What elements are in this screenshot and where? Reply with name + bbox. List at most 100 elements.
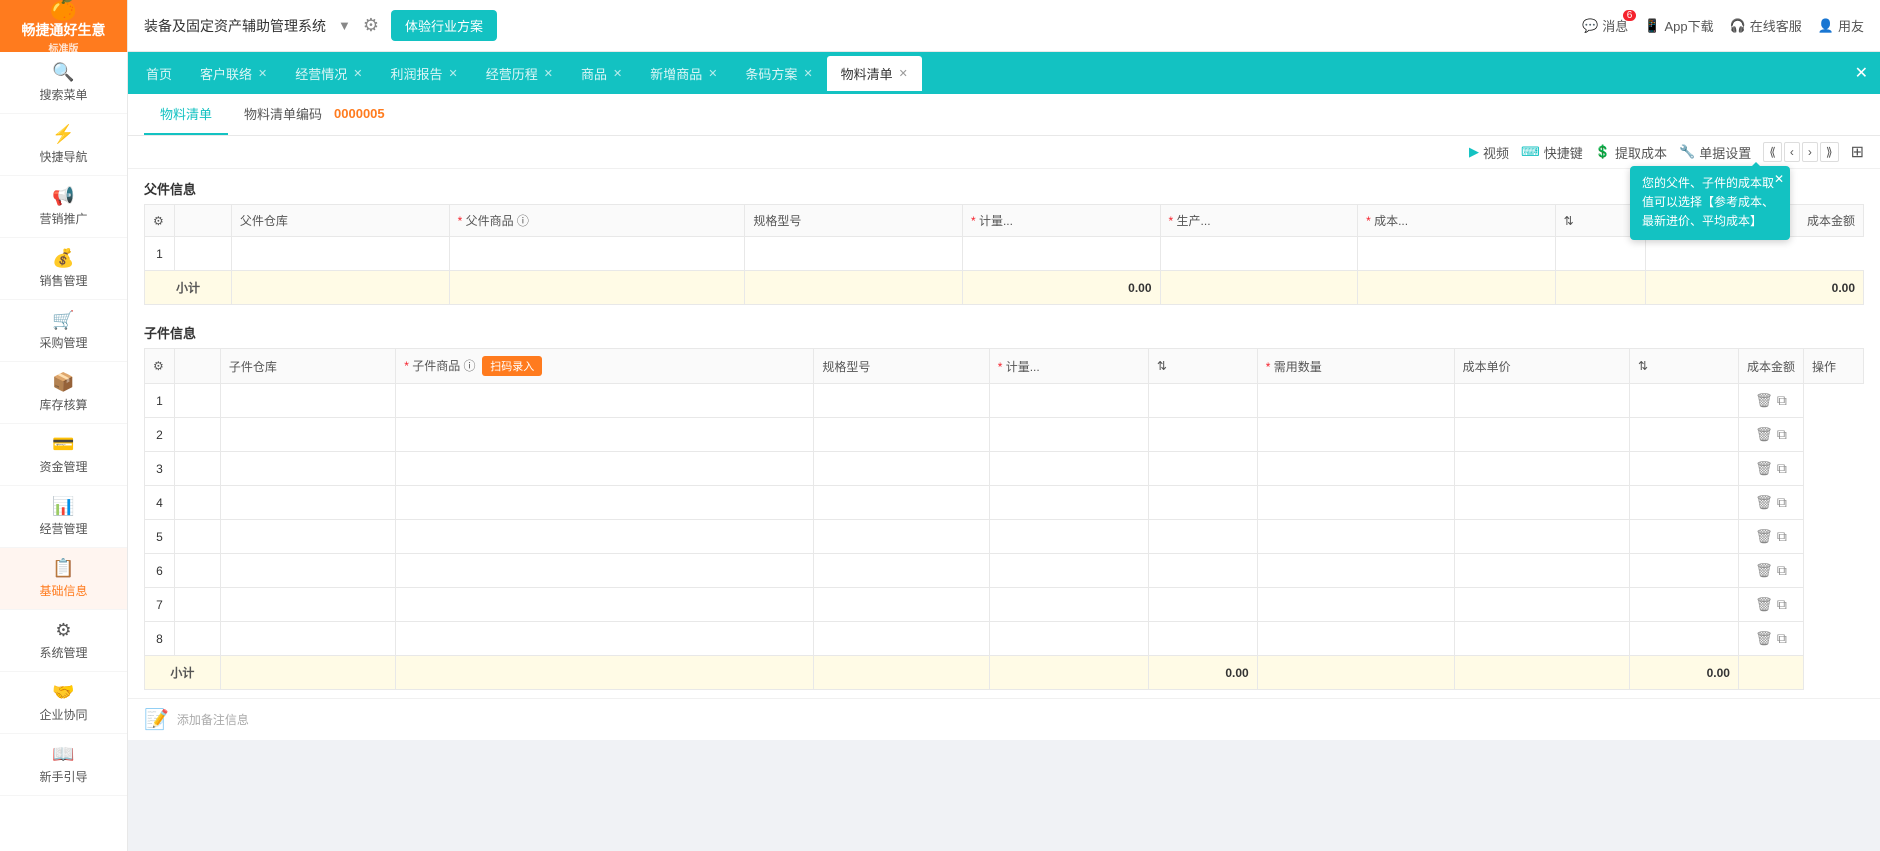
view-video-btn[interactable]: ▶ 视频 bbox=[1469, 143, 1509, 162]
delete-row4-btn[interactable]: 🗑 bbox=[1755, 494, 1773, 511]
tab-barcode-close[interactable]: ✕ bbox=[803, 67, 812, 80]
nav-next-btn[interactable]: › bbox=[1802, 142, 1818, 162]
parent-row1-prod[interactable] bbox=[962, 237, 1160, 271]
parent-col-settings[interactable]: ⚙ bbox=[145, 205, 175, 237]
tab-bom-close[interactable]: ✕ bbox=[899, 67, 908, 80]
tab-history[interactable]: 经营历程 ✕ bbox=[472, 56, 567, 91]
trial-btn[interactable]: 体验行业方案 bbox=[391, 10, 497, 41]
single-setting-btn[interactable]: 🔧 单据设置 bbox=[1679, 143, 1751, 162]
shortcut-btn[interactable]: ⌨ 快捷键 bbox=[1521, 143, 1583, 162]
copy-row7-btn[interactable]: ⧉ bbox=[1777, 596, 1787, 613]
child-row1-qty[interactable] bbox=[1148, 384, 1257, 418]
nav-tabs: 首页 客户联络 ✕ 经营情况 ✕ 利润报告 ✕ 经营历程 ✕ 商品 ✕ 新增商品… bbox=[128, 52, 1880, 94]
copy-row4-btn[interactable]: ⧉ bbox=[1777, 494, 1787, 511]
messages-badge: 6 bbox=[1623, 10, 1637, 21]
nav-first-btn[interactable]: ⟪ bbox=[1763, 142, 1782, 162]
tab-profit-close[interactable]: ✕ bbox=[449, 67, 458, 80]
tab-product-close[interactable]: ✕ bbox=[613, 67, 622, 80]
delete-row3-btn[interactable]: 🗑 bbox=[1755, 460, 1773, 477]
sub-tabs: 物料清单 物料清单编码 0000005 bbox=[128, 94, 1880, 136]
sidebar-item-basicinfo[interactable]: 📋 基础信息 bbox=[0, 548, 127, 610]
extract-cost-label: 提取成本 bbox=[1615, 143, 1667, 162]
sidebar-item-sysmanage[interactable]: ⚙ 系统管理 bbox=[0, 610, 127, 672]
tab-operations-label: 经营情况 bbox=[295, 64, 347, 83]
parent-row1-cost[interactable] bbox=[1160, 237, 1358, 271]
tab-customer[interactable]: 客户联络 ✕ bbox=[186, 56, 281, 91]
child-subtotal-row: 小计 0.00 0.00 bbox=[145, 656, 1864, 690]
tab-operations-close[interactable]: ✕ bbox=[353, 67, 362, 80]
child-row1-product[interactable] bbox=[220, 384, 395, 418]
child-row1-num: 1 bbox=[145, 384, 175, 418]
sub-tab-bom[interactable]: 物料清单 bbox=[144, 94, 228, 135]
copy-row3-btn[interactable]: ⧉ bbox=[1777, 460, 1787, 477]
child-col-sort[interactable]: ⇅ bbox=[1148, 349, 1257, 384]
cost-tooltip: ✕ 您的父件、子件的成本取值可以选择【参考成本、最新进价、平均成本】 bbox=[1630, 166, 1790, 240]
app-download-btn[interactable]: 📱 App下载 bbox=[1644, 16, 1713, 35]
nav-prev-btn[interactable]: ‹ bbox=[1784, 142, 1800, 162]
child-table: ⚙ 子件仓库 * 子件商品 ⓘ 扫码录入 规格型号 * 计量... ⇅ * 需用… bbox=[144, 348, 1864, 690]
delete-row8-btn[interactable]: 🗑 bbox=[1755, 630, 1773, 647]
nav-last-btn[interactable]: ⟫ bbox=[1820, 142, 1839, 162]
tab-product[interactable]: 商品 ✕ bbox=[567, 56, 636, 91]
child-row-1: 1 🗑 ⧉ bbox=[145, 384, 1864, 418]
delete-row2-btn[interactable]: 🗑 bbox=[1755, 426, 1773, 443]
child-subtotal-label: 小计 bbox=[145, 656, 221, 690]
copy-row6-btn[interactable]: ⧉ bbox=[1777, 562, 1787, 579]
close-all-tabs-btn[interactable]: ✕ bbox=[1847, 59, 1876, 87]
extract-cost-btn[interactable]: 💲 提取成本 bbox=[1595, 143, 1667, 162]
child-col-product: * 子件商品 ⓘ 扫码录入 bbox=[396, 349, 814, 384]
parent-row1-spec[interactable] bbox=[449, 237, 745, 271]
parent-row1-warehouse[interactable] bbox=[175, 237, 232, 271]
tooltip-close-btn[interactable]: ✕ bbox=[1774, 170, 1784, 189]
child-row1-spec[interactable] bbox=[396, 384, 814, 418]
grid-view-btn[interactable]: ⊞ bbox=[1851, 142, 1864, 162]
copy-row5-btn[interactable]: ⧉ bbox=[1777, 528, 1787, 545]
sidebar-item-purchase[interactable]: 🛒 采购管理 bbox=[0, 300, 127, 362]
inventory-icon: 📦 bbox=[52, 372, 74, 393]
tab-profit[interactable]: 利润报告 ✕ bbox=[376, 56, 471, 91]
delete-row7-btn[interactable]: 🗑 bbox=[1755, 596, 1773, 613]
tab-barcode[interactable]: 条码方案 ✕ bbox=[731, 56, 826, 91]
sidebar-item-search[interactable]: 🔍 搜索菜单 bbox=[0, 52, 127, 114]
sidebar-item-operations[interactable]: 📊 经营管理 bbox=[0, 486, 127, 548]
sub-tab-bom-label: 物料清单 bbox=[160, 107, 212, 122]
topbar: 装备及固定资产辅助管理系统 ▼ ⚙ 体验行业方案 💬 消息 6 📱 App下载 … bbox=[128, 0, 1880, 52]
dropdown-arrow-icon[interactable]: ▼ bbox=[338, 18, 351, 33]
sidebar-item-collab[interactable]: 🤝 企业协同 bbox=[0, 672, 127, 734]
delete-row5-btn[interactable]: 🗑 bbox=[1755, 528, 1773, 545]
sidebar-item-label: 基础信息 bbox=[39, 582, 87, 599]
sidebar-item-label: 系统管理 bbox=[39, 644, 87, 661]
tab-customer-close[interactable]: ✕ bbox=[258, 67, 267, 80]
delete-row6-btn[interactable]: 🗑 bbox=[1755, 562, 1773, 579]
tab-addproduct-close[interactable]: ✕ bbox=[708, 67, 717, 80]
parent-row1-product[interactable] bbox=[231, 237, 449, 271]
sidebar-item-inventory[interactable]: 📦 库存核算 bbox=[0, 362, 127, 424]
messages-btn[interactable]: 💬 消息 6 bbox=[1582, 16, 1628, 35]
sidebar-item-sales[interactable]: 💰 销售管理 bbox=[0, 238, 127, 300]
user-avatar-btn[interactable]: 👤 用友 bbox=[1818, 16, 1864, 35]
settings-gear-icon[interactable]: ⚙ bbox=[363, 15, 379, 36]
tab-operations[interactable]: 经营情况 ✕ bbox=[281, 56, 376, 91]
copy-row2-btn[interactable]: ⧉ bbox=[1777, 426, 1787, 443]
tab-addproduct[interactable]: 新增商品 ✕ bbox=[636, 56, 731, 91]
sidebar-item-guide[interactable]: 📖 新手引导 bbox=[0, 734, 127, 796]
tab-history-label: 经营历程 bbox=[486, 64, 538, 83]
sidebar-item-quicknav[interactable]: ⚡ 快捷导航 bbox=[0, 114, 127, 176]
copy-row8-btn[interactable]: ⧉ bbox=[1777, 630, 1787, 647]
scan-btn[interactable]: 扫码录入 bbox=[482, 356, 542, 376]
child-row1-warehouse[interactable] bbox=[175, 384, 221, 418]
child-row1-unitcost[interactable] bbox=[1257, 384, 1454, 418]
tab-home[interactable]: 首页 bbox=[132, 56, 186, 91]
sidebar-item-marketing[interactable]: 📢 营销推广 bbox=[0, 176, 127, 238]
child-row-2: 2 🗑 ⧉ bbox=[145, 418, 1864, 452]
child-row1-unit[interactable] bbox=[814, 384, 989, 418]
online-service-btn[interactable]: 🎧 在线客服 bbox=[1730, 16, 1802, 35]
copy-row1-btn[interactable]: ⧉ bbox=[1777, 392, 1787, 409]
child-col-settings[interactable]: ⚙ bbox=[145, 349, 175, 384]
delete-row1-btn[interactable]: 🗑 bbox=[1755, 392, 1773, 409]
tab-history-close[interactable]: ✕ bbox=[544, 67, 553, 80]
tab-bom[interactable]: 物料清单 ✕ bbox=[827, 56, 922, 91]
child-col-sort2[interactable]: ⇅ bbox=[1630, 349, 1739, 384]
sidebar-item-finance[interactable]: 💳 资金管理 bbox=[0, 424, 127, 486]
parent-row1-unit[interactable] bbox=[745, 237, 963, 271]
